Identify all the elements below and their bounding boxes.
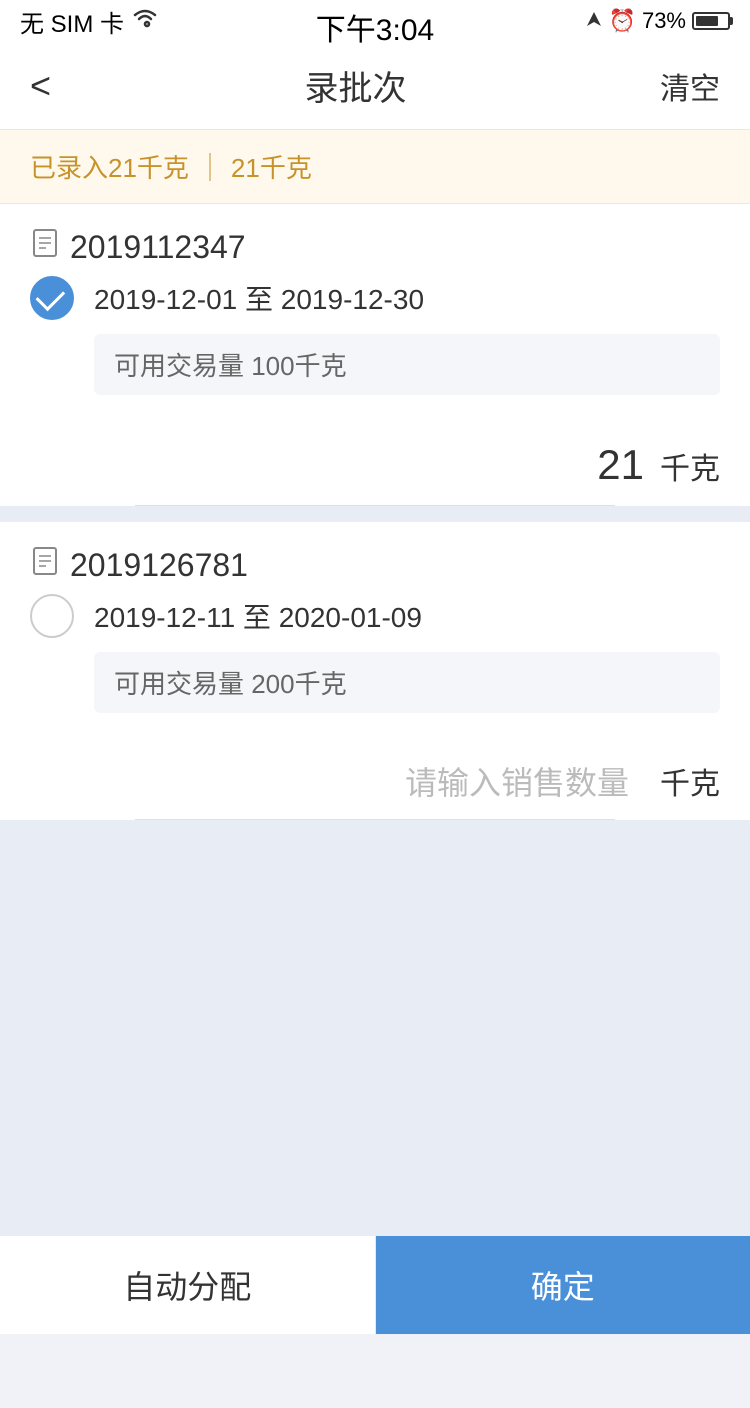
clear-button[interactable]: 清空	[660, 64, 720, 108]
batch2-date-range: 2019-12-11 至 2020-01-09	[94, 596, 422, 636]
content-area: 2019112347 2019-12-01 至 2019-12-30 可用交易量…	[0, 204, 750, 1408]
batch2-qty-input[interactable]	[324, 765, 644, 802]
batch1-avail: 可用交易量 100千克	[94, 334, 720, 395]
batch1-radio[interactable]	[30, 276, 74, 320]
auto-distribute-button[interactable]: 自动分配	[0, 1236, 376, 1334]
batch2-inner: 2019126781 2019-12-11 至 2020-01-09 可用交易量…	[0, 522, 750, 743]
batch2-avail: 可用交易量 200千克	[94, 652, 720, 713]
batch2-doc-icon	[30, 546, 60, 584]
batch1-doc-icon	[30, 228, 60, 266]
status-bar: 无 SIM 卡 下午3:04 ⏰ 73%	[0, 0, 750, 42]
batch2-input-row: 千克	[0, 743, 750, 819]
carrier-text: 无 SIM 卡	[20, 4, 124, 39]
status-right: ⏰ 73%	[585, 8, 730, 34]
page-title: 录批次	[305, 61, 407, 110]
footer: 自动分配 确定	[0, 1236, 750, 1334]
recorded-label: 已录入21千克	[30, 148, 189, 185]
wifi-icon	[132, 7, 158, 35]
batch2-card: 2019126781 2019-12-11 至 2020-01-09 可用交易量…	[0, 522, 750, 820]
batch1-amount-value: 21	[597, 441, 644, 489]
total-label: 21千克	[231, 148, 312, 185]
batch1-date-range: 2019-12-01 至 2019-12-30	[94, 278, 424, 318]
batch2-radio[interactable]	[30, 594, 74, 638]
batch1-inner: 2019112347 2019-12-01 至 2019-12-30 可用交易量…	[0, 204, 750, 425]
confirm-button[interactable]: 确定	[376, 1236, 750, 1334]
status-time: 下午3:04	[316, 5, 434, 49]
batch2-id: 2019126781	[70, 547, 248, 584]
batch2-date-row[interactable]: 2019-12-11 至 2020-01-09	[30, 594, 720, 638]
back-button[interactable]: <	[30, 65, 51, 107]
batch1-date-row[interactable]: 2019-12-01 至 2019-12-30	[30, 276, 720, 320]
batch2-header: 2019126781	[30, 546, 720, 584]
batch1-id: 2019112347	[70, 229, 246, 266]
status-left: 无 SIM 卡	[20, 4, 158, 39]
batch1-card: 2019112347 2019-12-01 至 2019-12-30 可用交易量…	[0, 204, 750, 506]
banner-divider	[209, 153, 211, 181]
batch1-header: 2019112347	[30, 228, 720, 266]
battery-pct: 73%	[642, 8, 686, 34]
info-banner: 已录入21千克 21千克	[0, 130, 750, 204]
batch2-input-unit: 千克	[660, 759, 720, 803]
nav-bar: < 录批次 清空	[0, 42, 750, 130]
batch1-amount-unit: 千克	[660, 444, 720, 488]
location-icon	[585, 8, 603, 34]
alarm-icon: ⏰	[609, 8, 636, 34]
section-gap	[0, 506, 750, 522]
battery-icon	[692, 12, 730, 30]
batch1-amount-row: 21 千克	[0, 425, 750, 505]
